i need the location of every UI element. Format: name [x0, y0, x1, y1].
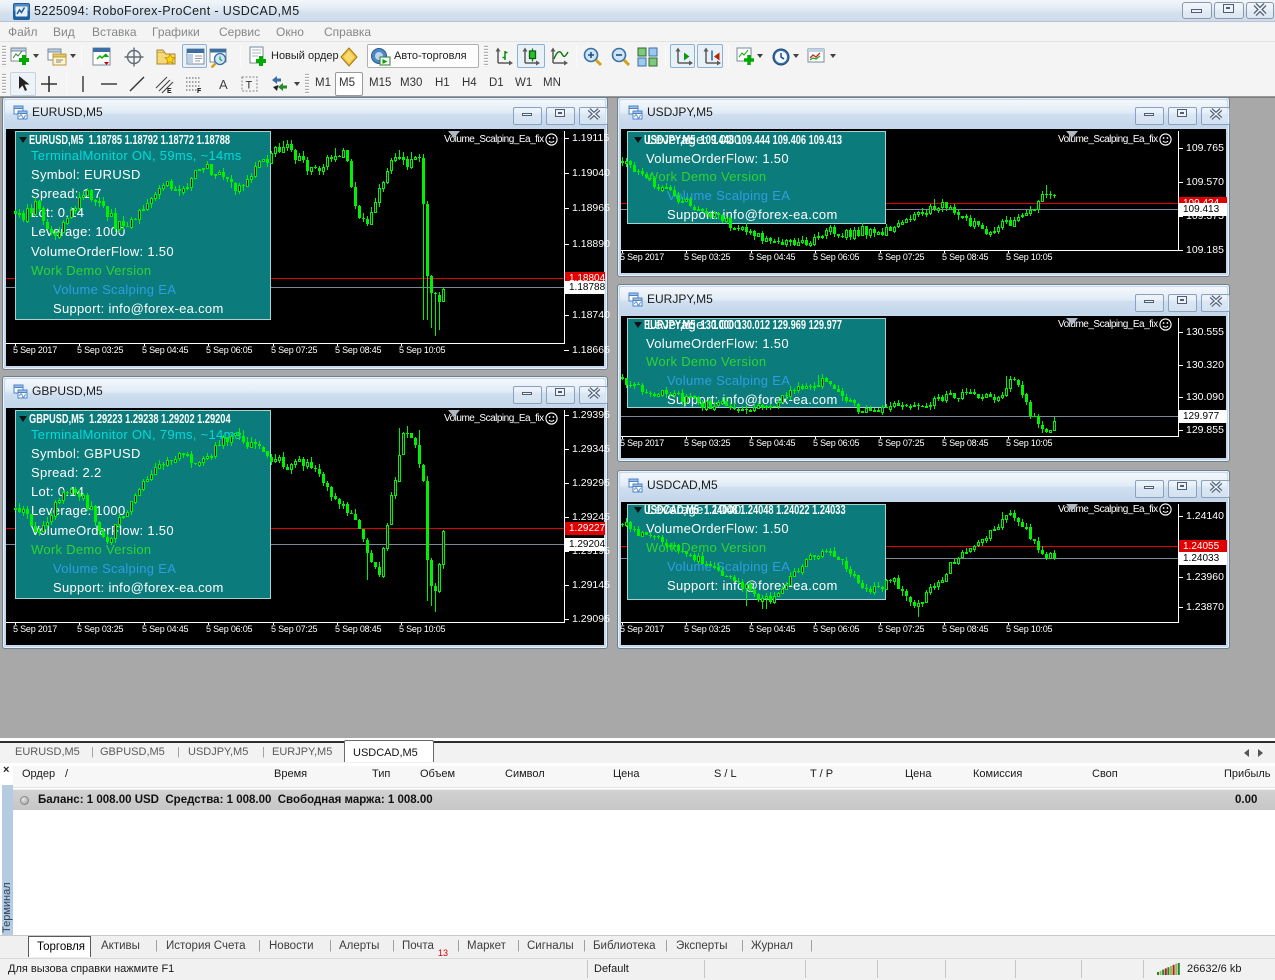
svg-text:E: E — [167, 88, 172, 94]
svg-text:A: A — [219, 77, 228, 92]
svg-text:T: T — [246, 80, 253, 92]
svg-text:F: F — [197, 88, 202, 94]
